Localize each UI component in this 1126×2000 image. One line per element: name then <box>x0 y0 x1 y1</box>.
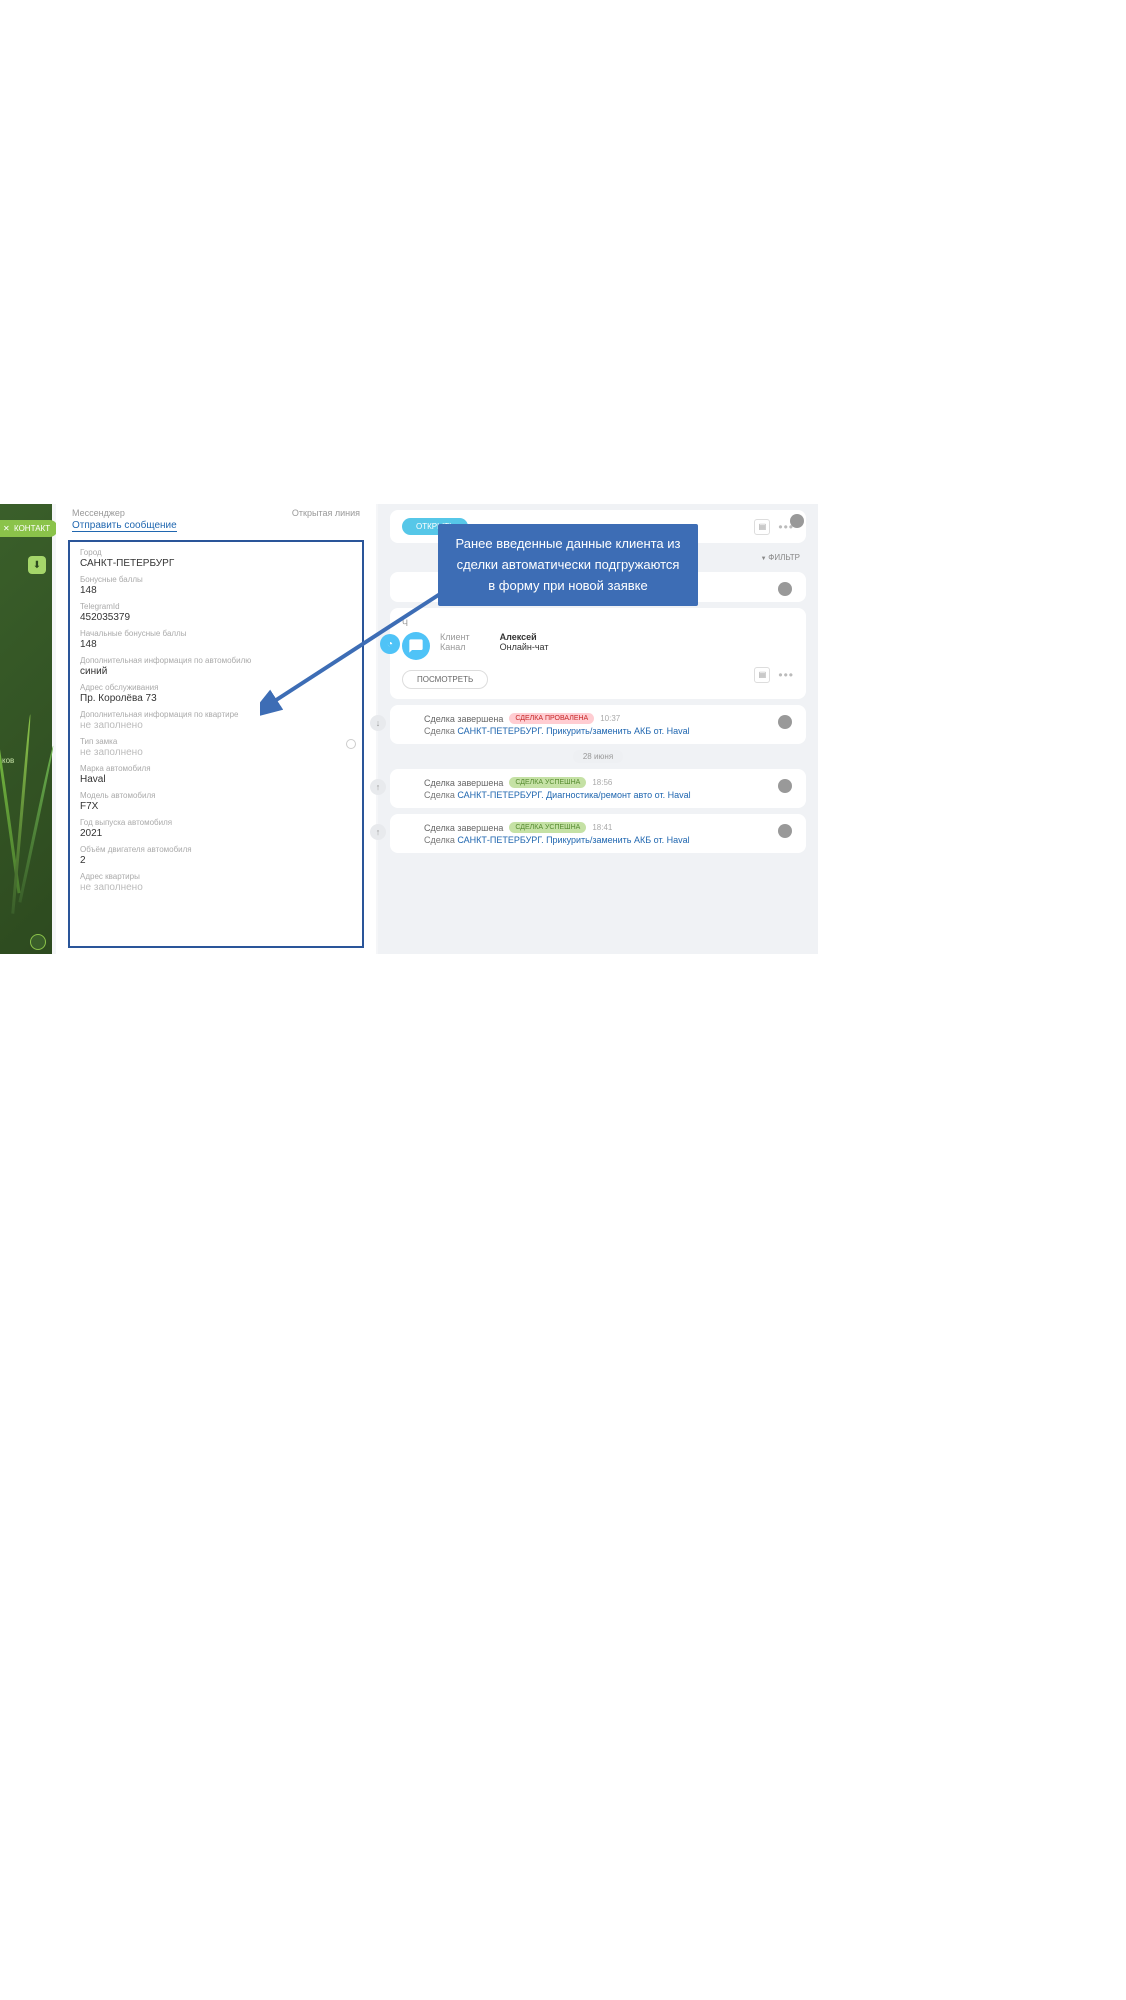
field-value: F7X <box>80 801 352 812</box>
annotation-arrow <box>260 584 460 724</box>
channel-value: Онлайн-чат <box>500 642 549 652</box>
app-viewport: КОНТАКТ ⬇ ков Мессенджер Отправить сообщ… <box>0 504 818 954</box>
note-icon[interactable]: ▤ <box>754 519 770 535</box>
field-label: Адрес квартиры <box>80 872 352 881</box>
deal-badge: СДЕЛКА ПРОВАЛЕНА <box>509 713 594 724</box>
avatar-icon <box>778 715 792 729</box>
field-value: 2021 <box>80 828 352 839</box>
deal-description: Сделка САНКТ-ПЕТЕРБУРГ. Прикурить/замени… <box>424 726 794 736</box>
client-name: Алексей <box>500 632 549 642</box>
deal-arrow-icon: ↑ <box>370 824 386 840</box>
sidebar-text-fragment: ков <box>2 756 14 765</box>
avatar-icon <box>778 582 792 596</box>
deal-item[interactable]: ↑Сделка завершенаСДЕЛКА УСПЕШНА18:56Сдел… <box>390 769 806 808</box>
field-label: Марка автомобиля <box>80 764 352 773</box>
deal-badge: СДЕЛКА УСПЕШНА <box>509 777 586 788</box>
field-label: Модель автомобиля <box>80 791 352 800</box>
form-field[interactable]: Год выпуска автомобиля2021 <box>80 818 352 839</box>
form-field[interactable]: Тип замкане заполнено <box>80 737 352 758</box>
field-value: САНКТ-ПЕТЕРБУРГ <box>80 558 352 569</box>
download-icon[interactable]: ⬇ <box>28 556 46 574</box>
filter-button[interactable]: ФИЛЬТР <box>761 553 800 562</box>
gear-icon[interactable] <box>346 739 356 749</box>
deal-link[interactable]: САНКТ-ПЕТЕРБУРГ. Диагностика/ремонт авто… <box>457 790 690 800</box>
messenger-label: Мессенджер <box>72 508 177 518</box>
form-field[interactable]: Объём двигателя автомобиля2 <box>80 845 352 866</box>
deal-status: Сделка завершена <box>424 823 503 833</box>
more-icon[interactable]: ••• <box>778 668 794 682</box>
field-value: не заполнено <box>80 747 352 758</box>
field-label: Город <box>80 548 352 557</box>
deal-link[interactable]: САНКТ-ПЕТЕРБУРГ. Прикурить/заменить АКБ … <box>457 835 689 845</box>
field-label: Год выпуска автомобиля <box>80 818 352 827</box>
deal-time: 18:41 <box>592 823 612 832</box>
form-field[interactable]: Модель автомобиляF7X <box>80 791 352 812</box>
form-field[interactable]: Марка автомобиляHaval <box>80 764 352 785</box>
field-value: не заполнено <box>80 882 352 893</box>
avatar-icon <box>790 514 804 528</box>
deal-item[interactable]: ↑Сделка завершенаСДЕЛКА УСПЕШНА18:41Сдел… <box>390 814 806 853</box>
note-icon[interactable]: ▤ <box>754 667 770 683</box>
send-message-link[interactable]: Отправить сообщение <box>72 520 177 532</box>
deal-time: 18:56 <box>592 778 612 787</box>
deal-description: Сделка САНКТ-ПЕТЕРБУРГ. Диагностика/ремо… <box>424 790 794 800</box>
avatar-icon[interactable] <box>30 934 46 950</box>
deal-time: 10:37 <box>600 714 620 723</box>
annotation-callout: Ранее введенные данные клиента из сделки… <box>438 524 698 606</box>
contact-form-panel: Мессенджер Отправить сообщение Открытая … <box>56 504 376 954</box>
avatar-icon <box>778 824 792 838</box>
left-sidebar: КОНТАКТ ⬇ ков <box>0 504 52 954</box>
field-label: Тип замка <box>80 737 352 746</box>
date-divider: 28 июня <box>378 750 818 763</box>
field-label: Объём двигателя автомобиля <box>80 845 352 854</box>
deal-badge: СДЕЛКА УСПЕШНА <box>509 822 586 833</box>
deal-description: Сделка САНКТ-ПЕТЕРБУРГ. Прикурить/замени… <box>424 835 794 845</box>
avatar-icon <box>778 779 792 793</box>
deal-link[interactable]: САНКТ-ПЕТЕРБУРГ. Прикурить/заменить АКБ … <box>457 726 689 736</box>
form-field[interactable]: ГородСАНКТ-ПЕТЕРБУРГ <box>80 548 352 569</box>
open-line-label: Открытая линия <box>292 508 360 532</box>
kontakt-button[interactable]: КОНТАКТ <box>0 520 58 537</box>
field-value: 2 <box>80 855 352 866</box>
field-value: Haval <box>80 774 352 785</box>
field-label: Бонусные баллы <box>80 575 352 584</box>
form-field[interactable]: Адрес квартирыне заполнено <box>80 872 352 893</box>
deal-status: Сделка завершена <box>424 778 503 788</box>
deal-arrow-icon: ↑ <box>370 779 386 795</box>
